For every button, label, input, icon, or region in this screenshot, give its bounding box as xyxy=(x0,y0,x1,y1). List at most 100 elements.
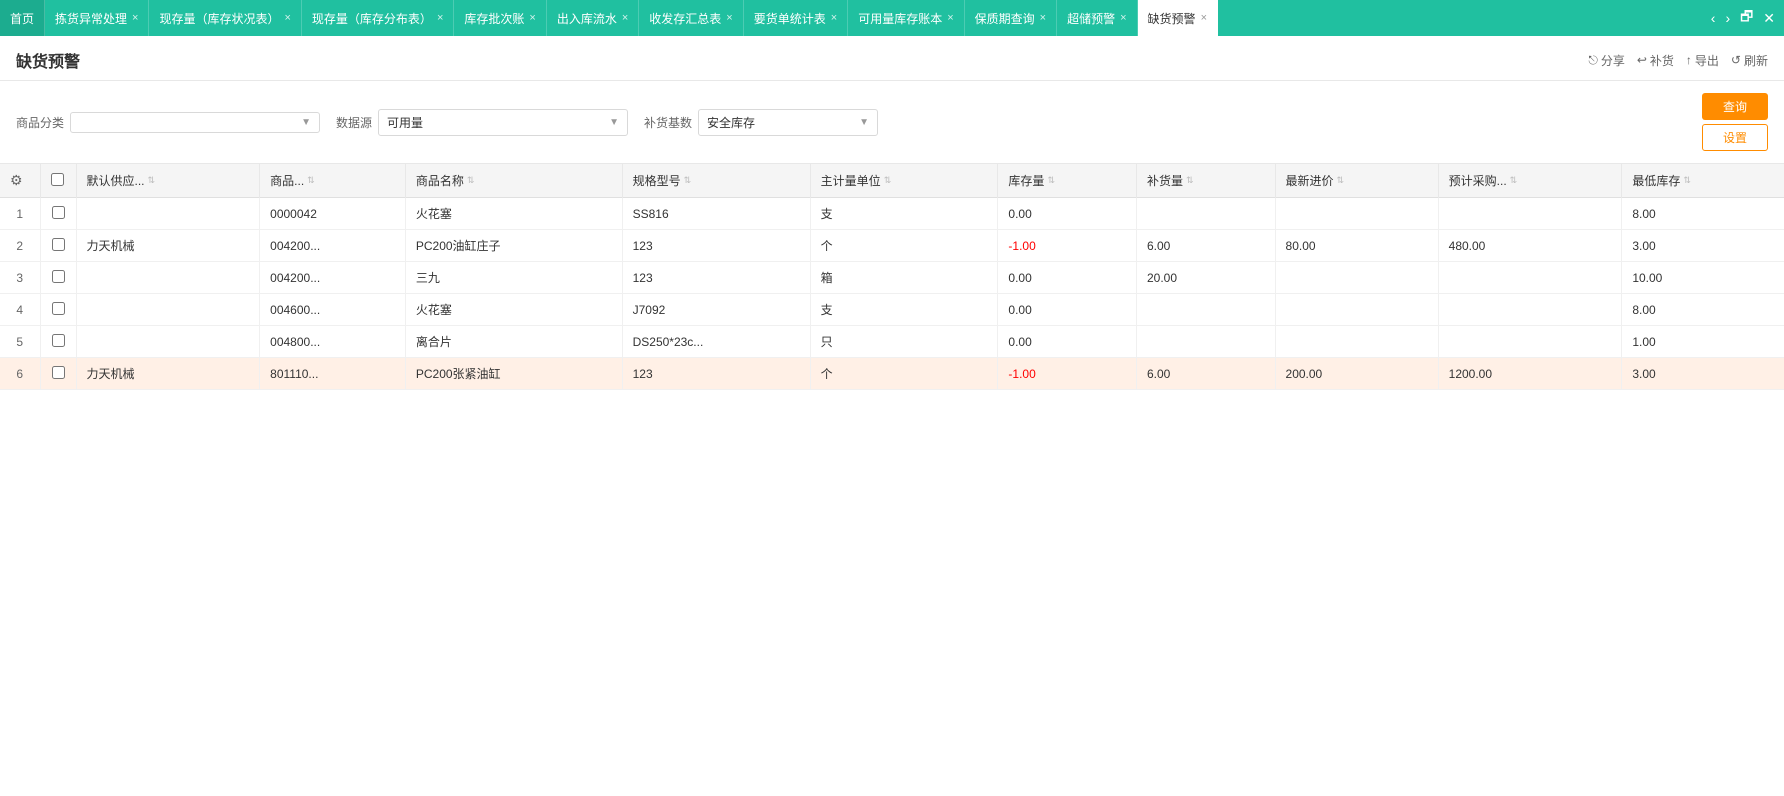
th-spec-label: 规格型号 xyxy=(633,172,681,189)
replenish-button[interactable]: ↩ 补货 xyxy=(1637,52,1674,69)
th-product-code[interactable]: 商品... ⇅ xyxy=(260,164,406,198)
th-min-stock[interactable]: 最低库存 ⇅ xyxy=(1622,164,1784,198)
cell-latest-price: 200.00 xyxy=(1275,358,1438,390)
tab-home-label: 首页 xyxy=(10,10,34,27)
cell-min-stock: 8.00 xyxy=(1622,198,1784,230)
tab-available[interactable]: 可用量库存账本 × xyxy=(848,0,964,36)
nav-restore-btn[interactable]: 🗗 xyxy=(1735,4,1758,32)
row-checkbox-cell xyxy=(40,294,76,326)
replenish-label: 补货 xyxy=(1650,52,1674,69)
row-checkbox-cell xyxy=(40,230,76,262)
th-product-name[interactable]: 商品名称 ⇅ xyxy=(405,164,622,198)
cell-est-purchase xyxy=(1438,294,1622,326)
tab-flow[interactable]: 出入库流水 × xyxy=(547,0,639,36)
tab-available-close[interactable]: × xyxy=(947,12,953,24)
tab-stock-status[interactable]: 现存量（库存状况表） × xyxy=(149,0,301,36)
th-latest-price-label: 最新进价 xyxy=(1286,172,1334,189)
tab-batch-close[interactable]: × xyxy=(529,12,535,24)
sort-code-icon: ⇅ xyxy=(307,175,315,186)
cell-unit: 只 xyxy=(810,326,998,358)
th-unit[interactable]: 主计量单位 ⇅ xyxy=(810,164,998,198)
category-select[interactable]: ▼ xyxy=(70,112,320,133)
cell-product-code: 801110... xyxy=(260,358,406,390)
cell-latest-price xyxy=(1275,262,1438,294)
tab-overstock-close[interactable]: × xyxy=(1120,12,1126,24)
select-all-checkbox[interactable] xyxy=(51,173,64,186)
tab-stock-dist[interactable]: 现存量（库存分布表） × xyxy=(302,0,454,36)
tab-flow-close[interactable]: × xyxy=(622,12,628,24)
row-num: 5 xyxy=(0,326,40,358)
th-default-supplier[interactable]: 默认供应... ⇅ xyxy=(76,164,260,198)
replenish-base-select[interactable]: 安全库存 ▼ xyxy=(698,109,878,136)
tab-home[interactable]: 首页 xyxy=(0,0,45,36)
tab-shortage[interactable]: 缺货预警 × xyxy=(1138,0,1218,36)
nav-controls: ‹ › 🗗 ✕ xyxy=(1702,4,1784,32)
row-num: 1 xyxy=(0,198,40,230)
tab-summary-close[interactable]: × xyxy=(726,12,732,24)
th-gear[interactable]: ⚙ xyxy=(0,164,40,198)
nav-close-btn[interactable]: ✕ xyxy=(1758,8,1780,29)
tab-expiry[interactable]: 保质期查询 × xyxy=(965,0,1057,36)
tab-expiry-label: 保质期查询 xyxy=(975,10,1035,27)
main-content: 缺货预警 ⎋ 分享 ↩ 补货 ↑ 导出 ↺ 刷新 商品分类 xyxy=(0,36,1784,796)
row-checkbox[interactable] xyxy=(52,238,65,251)
cell-supplier xyxy=(76,326,260,358)
tab-order-stat-close[interactable]: × xyxy=(831,12,837,24)
share-button[interactable]: ⎋ 分享 xyxy=(1588,52,1625,69)
cell-latest-price xyxy=(1275,198,1438,230)
th-est-purchase[interactable]: 预计采购... ⇅ xyxy=(1438,164,1622,198)
refresh-icon: ↺ xyxy=(1731,53,1741,67)
cell-latest-price: 80.00 xyxy=(1275,230,1438,262)
export-button[interactable]: ↑ 导出 xyxy=(1686,52,1719,69)
cell-product-code: 004200... xyxy=(260,262,406,294)
th-product-code-label: 商品... xyxy=(270,172,304,189)
th-stock[interactable]: 库存量 ⇅ xyxy=(998,164,1137,198)
th-unit-label: 主计量单位 xyxy=(821,172,881,189)
replenish-icon: ↩ xyxy=(1637,53,1647,67)
table-container: ⚙ 默认供应... ⇅ 商品... ⇅ xyxy=(0,164,1784,390)
header-actions: ⎋ 分享 ↩ 补货 ↑ 导出 ↺ 刷新 xyxy=(1588,52,1768,69)
row-checkbox[interactable] xyxy=(52,366,65,379)
cell-stock: 0.00 xyxy=(998,262,1137,294)
tab-expiry-close[interactable]: × xyxy=(1040,12,1046,24)
th-default-supplier-label: 默认供应... xyxy=(87,172,145,189)
datasource-arrow-icon: ▼ xyxy=(609,117,619,128)
settings-button[interactable]: 设置 xyxy=(1702,124,1768,151)
th-latest-price[interactable]: 最新进价 ⇅ xyxy=(1275,164,1438,198)
replenish-base-arrow-icon: ▼ xyxy=(859,117,869,128)
row-num: 6 xyxy=(0,358,40,390)
nav-bar: 首页 拣货异常处理 × 现存量（库存状况表） × 现存量（库存分布表） × 库存… xyxy=(0,0,1784,36)
tab-summary[interactable]: 收发存汇总表 × xyxy=(639,0,743,36)
tab-stock-dist-close[interactable]: × xyxy=(437,12,443,24)
tab-pick-close[interactable]: × xyxy=(132,12,138,24)
nav-prev-btn[interactable]: ‹ xyxy=(1706,8,1721,28)
th-spec[interactable]: 规格型号 ⇅ xyxy=(622,164,810,198)
tab-stock-status-close[interactable]: × xyxy=(284,12,290,24)
row-checkbox[interactable] xyxy=(52,206,65,219)
cell-product-name: 火花塞 xyxy=(405,198,622,230)
datasource-select[interactable]: 可用量 ▼ xyxy=(378,109,628,136)
tab-order-stat[interactable]: 要货单统计表 × xyxy=(744,0,848,36)
gear-icon[interactable]: ⚙ xyxy=(10,172,23,188)
tab-pick-exception[interactable]: 拣货异常处理 × xyxy=(45,0,149,36)
tab-overstock[interactable]: 超储预警 × xyxy=(1057,0,1137,36)
nav-next-btn[interactable]: › xyxy=(1720,8,1735,28)
th-replenish[interactable]: 补货量 ⇅ xyxy=(1136,164,1275,198)
tab-shortage-close[interactable]: × xyxy=(1201,12,1207,24)
row-checkbox[interactable] xyxy=(52,302,65,315)
cell-product-code: 004600... xyxy=(260,294,406,326)
page-title: 缺货预警 xyxy=(16,48,80,72)
cell-stock: 0.00 xyxy=(998,326,1137,358)
cell-product-name: 三九 xyxy=(405,262,622,294)
refresh-label: 刷新 xyxy=(1744,52,1768,69)
query-button[interactable]: 查询 xyxy=(1702,93,1768,120)
cell-latest-price xyxy=(1275,294,1438,326)
export-icon: ↑ xyxy=(1686,53,1692,67)
replenish-base-label: 补货基数 xyxy=(644,114,692,131)
tab-batch[interactable]: 库存批次账 × xyxy=(454,0,546,36)
share-icon: ⎋ xyxy=(1588,53,1598,68)
row-checkbox[interactable] xyxy=(52,270,65,283)
cell-replenish: 6.00 xyxy=(1136,358,1275,390)
refresh-button[interactable]: ↺ 刷新 xyxy=(1731,52,1768,69)
row-checkbox[interactable] xyxy=(52,334,65,347)
